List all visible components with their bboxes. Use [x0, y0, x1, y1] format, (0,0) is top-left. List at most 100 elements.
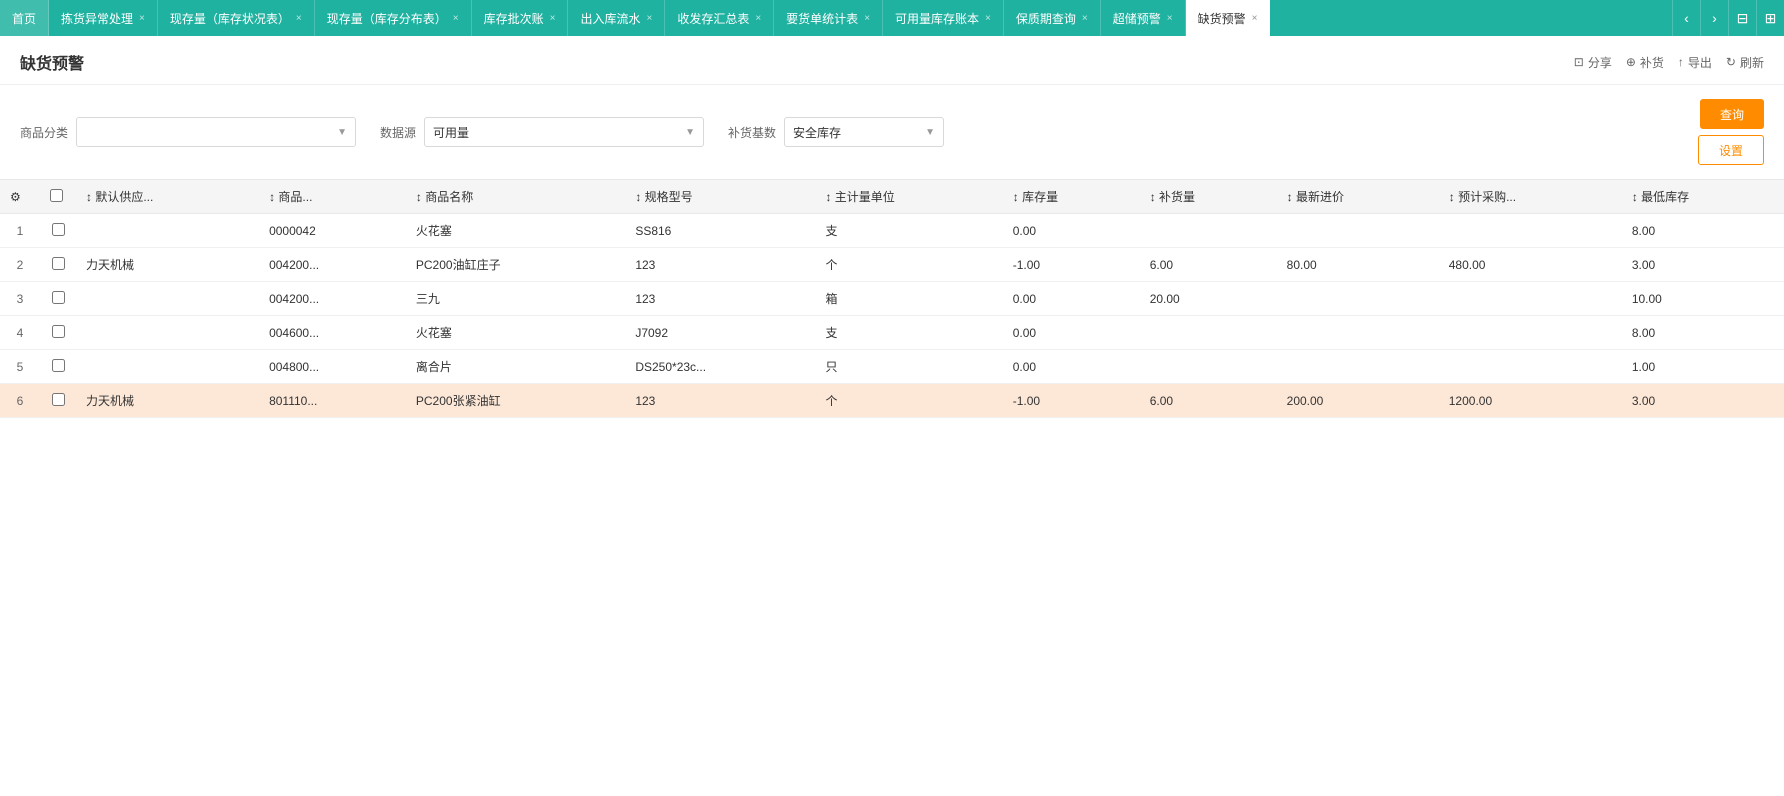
row-checkbox[interactable] [52, 223, 65, 236]
cell-unit: 只 [815, 350, 1002, 384]
col-latest-price-label: ↕ 最新进价 [1287, 190, 1344, 204]
tab-label: 收发存汇总表 [677, 10, 749, 27]
col-spec-label: ↕ 规格型号 [635, 190, 692, 204]
replenish-basis-select[interactable]: 安全库存 ▼ [784, 117, 944, 147]
cell-estimated-purchase: 1200.00 [1439, 384, 1622, 418]
close-icon[interactable]: × [1167, 13, 1173, 24]
refresh-label: 刷新 [1740, 54, 1764, 71]
cell-replenish-qty [1140, 214, 1277, 248]
replenish-basis-arrow: ▼ [925, 127, 935, 138]
row-checkbox-cell [40, 282, 76, 316]
cell-unit: 箱 [815, 282, 1002, 316]
tab-expiry-query[interactable]: 保质期查询 × [1004, 0, 1101, 36]
col-product-name: ↕ 商品名称 [406, 180, 625, 214]
tab-available-ledger[interactable]: 可用量库存账本 × [883, 0, 1004, 36]
header-actions: ⊡ 分享 ⊕ 补货 ↑ 导出 ↻ 刷新 [1574, 54, 1764, 71]
tab-nav-buttons: ‹ › ⊟ ⊞ [1672, 0, 1784, 36]
tab-batch-ledger[interactable]: 库存批次账 × [472, 0, 569, 36]
tab-next-button[interactable]: › [1700, 0, 1728, 36]
cell-product-code: 004600... [259, 316, 406, 350]
tab-order-stats[interactable]: 要货单统计表 × [774, 0, 883, 36]
tab-overstock-warning[interactable]: 超储预警 × [1101, 0, 1186, 36]
close-icon[interactable]: × [1252, 13, 1258, 24]
datasource-filter-group: 数据源 可用量 ▼ [380, 117, 704, 147]
tab-label: 缺货预警 [1198, 10, 1246, 27]
row-checkbox[interactable] [52, 359, 65, 372]
close-icon[interactable]: × [453, 13, 459, 24]
gear-icon[interactable]: ⚙ [10, 190, 21, 204]
row-checkbox[interactable] [52, 257, 65, 270]
tab-label: 现存量（库存状况表） [170, 10, 290, 27]
cell-unit: 个 [815, 384, 1002, 418]
tab-label: 保质期查询 [1016, 10, 1076, 27]
export-button[interactable]: ↑ 导出 [1678, 54, 1712, 71]
datasource-label: 数据源 [380, 124, 416, 141]
datasource-arrow: ▼ [685, 127, 695, 138]
category-select[interactable]: ▼ [76, 117, 356, 147]
tab-shrink-button[interactable]: ⊟ [1728, 0, 1756, 36]
cell-stock: 0.00 [1003, 282, 1140, 316]
cell-supplier [76, 316, 259, 350]
tab-label: 可用量库存账本 [895, 10, 979, 27]
col-unit-label: ↕ 主计量单位 [825, 190, 894, 204]
col-product-code-label: ↕ 商品... [269, 190, 312, 204]
tab-picking-exception[interactable]: 拣货异常处理 × [49, 0, 158, 36]
tab-shortage-warning[interactable]: 缺货预警 × [1186, 0, 1271, 36]
settings-button[interactable]: 设置 [1698, 135, 1764, 165]
refresh-button[interactable]: ↻ 刷新 [1726, 54, 1764, 71]
row-checkbox[interactable] [52, 291, 65, 304]
tab-inventory-status[interactable]: 现存量（库存状况表） × [158, 0, 315, 36]
cell-spec: SS816 [625, 214, 815, 248]
replenish-button[interactable]: ⊕ 补货 [1626, 54, 1664, 71]
tab-inventory-dist[interactable]: 现存量（库存分布表） × [315, 0, 472, 36]
main-content: 缺货预警 ⊡ 分享 ⊕ 补货 ↑ 导出 ↻ 刷新 商品分类 [0, 36, 1784, 796]
close-icon[interactable]: × [646, 13, 652, 24]
row-number: 1 [0, 214, 40, 248]
tab-label: 要货单统计表 [786, 10, 858, 27]
row-checkbox[interactable] [52, 393, 65, 406]
replenish-basis-label: 补货基数 [728, 124, 776, 141]
cell-stock: 0.00 [1003, 350, 1140, 384]
row-number: 5 [0, 350, 40, 384]
close-icon[interactable]: × [864, 13, 870, 24]
cell-replenish-qty: 6.00 [1140, 384, 1277, 418]
close-icon[interactable]: × [550, 13, 556, 24]
close-icon[interactable]: × [755, 13, 761, 24]
cell-estimated-purchase: 480.00 [1439, 248, 1622, 282]
cell-supplier: 力天机械 [76, 248, 259, 282]
close-icon[interactable]: × [296, 13, 302, 24]
tab-receipt-summary[interactable]: 收发存汇总表 × [665, 0, 774, 36]
row-checkbox-cell [40, 316, 76, 350]
category-filter-group: 商品分类 ▼ [20, 117, 356, 147]
close-icon[interactable]: × [139, 13, 145, 24]
tab-label: 库存批次账 [484, 10, 544, 27]
replenish-icon: ⊕ [1626, 55, 1636, 69]
share-button[interactable]: ⊡ 分享 [1574, 54, 1612, 71]
cell-stock: 0.00 [1003, 316, 1140, 350]
close-icon[interactable]: × [985, 13, 991, 24]
tab-home[interactable]: 首页 [0, 0, 49, 36]
query-button[interactable]: 查询 [1700, 99, 1764, 129]
tab-prev-button[interactable]: ‹ [1672, 0, 1700, 36]
row-checkbox[interactable] [52, 325, 65, 338]
cell-product-code: 0000042 [259, 214, 406, 248]
refresh-icon: ↻ [1726, 55, 1736, 69]
table-row: 3 004200... 三九 123 箱 0.00 20.00 10.00 [0, 282, 1784, 316]
datasource-value: 可用量 [433, 124, 469, 141]
replenish-basis-value: 安全库存 [793, 124, 841, 141]
cell-stock: 0.00 [1003, 214, 1140, 248]
cell-replenish-qty [1140, 350, 1277, 384]
col-estimated-purchase: ↕ 预计采购... [1439, 180, 1622, 214]
col-stock-label: ↕ 库存量 [1013, 190, 1058, 204]
tab-label: 拣货异常处理 [61, 10, 133, 27]
cell-supplier [76, 282, 259, 316]
row-number: 3 [0, 282, 40, 316]
datasource-select[interactable]: 可用量 ▼ [424, 117, 704, 147]
cell-product-code: 801110... [259, 384, 406, 418]
cell-unit: 支 [815, 316, 1002, 350]
tab-inout-flow[interactable]: 出入库流水 × [568, 0, 665, 36]
col-min-stock: ↕ 最低库存 [1622, 180, 1784, 214]
close-icon[interactable]: × [1082, 13, 1088, 24]
tab-expand-button[interactable]: ⊞ [1756, 0, 1784, 36]
select-all-checkbox[interactable] [50, 189, 63, 202]
